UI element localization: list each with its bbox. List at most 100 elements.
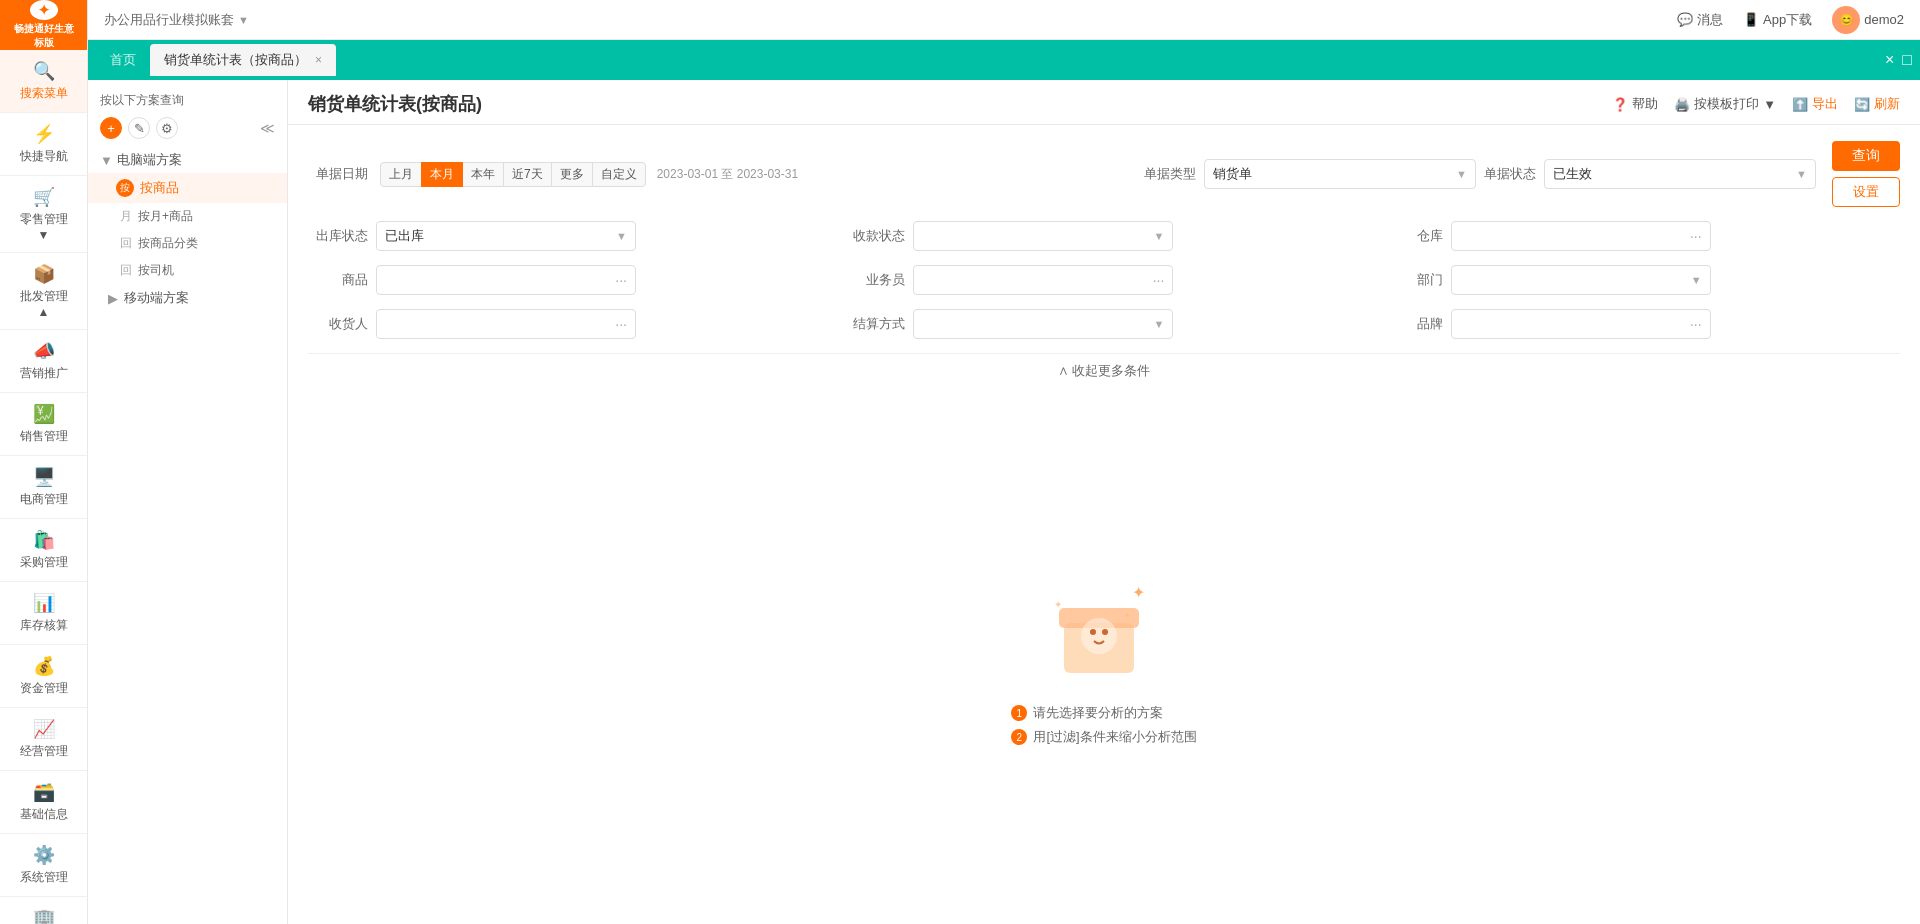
doc-status-value: 已生效 [1553,165,1592,183]
sidebar-item-marketing-label: 营销推广 [20,365,68,382]
refresh-btn[interactable]: 🔄 刷新 [1854,95,1900,113]
filter-row-4: 收货人 ··· 结算方式 ▼ 品牌 [308,309,1900,339]
goods-input[interactable]: ··· [376,265,636,295]
sidebar-item-system[interactable]: ⚙️ 系统管理 [0,834,88,897]
scheme-desktop-group[interactable]: ▼ 电脑端方案 [88,147,287,173]
doc-status-label: 单据状态 [1476,165,1544,183]
date-tab-more[interactable]: 更多 [551,162,593,187]
collapse-row[interactable]: ∧ 收起更多条件 [308,353,1900,388]
scheme-subitem-by-category[interactable]: 回 按商品分类 [88,230,287,257]
app-dropdown-icon[interactable]: ▼ [238,14,249,26]
sidebar-item-basic[interactable]: 🗃️ 基础信息 [0,771,88,834]
sidebar-item-purchase[interactable]: 🛍️ 采购管理 [0,519,88,582]
month-goods-label: 按月+商品 [138,208,193,225]
sidebar-item-shortcut[interactable]: ⚡ 快捷导航 [0,113,88,176]
date-tabs: 上月 本月 本年 近7天 更多 自定义 [380,162,645,187]
out-status-label: 出库状态 [308,227,376,245]
svg-text:✦: ✦ [1132,584,1145,601]
date-tab-week[interactable]: 近7天 [503,162,552,187]
download-item[interactable]: 📱 App下载 [1743,11,1812,29]
app-name: 办公用品行业模拟账套 ▼ [104,11,249,29]
dept-label: 部门 [1383,271,1451,289]
recipient-input[interactable]: ··· [376,309,636,339]
scheme-subitem-by-driver[interactable]: 回 按司机 [88,257,287,284]
sidebar-item-marketing[interactable]: 📣 营销推广 [0,330,88,393]
retail-expand-icon: ▼ [38,228,50,242]
date-tab-prev[interactable]: 上月 [380,162,422,187]
filter-field-out-status: 出库状态 已出库 ▼ [308,221,825,251]
user-avatar: 😊 [1832,6,1860,34]
goods-dots[interactable]: ··· [615,272,627,288]
user-item[interactable]: 😊 demo2 [1832,6,1904,34]
empty-num-1: 1 [1011,705,1027,721]
receipt-status-select[interactable]: ▼ [913,221,1173,251]
payment-select[interactable]: ▼ [913,309,1173,339]
sidebar-item-sales[interactable]: 💹 销售管理 [0,393,88,456]
sidebar-item-operation[interactable]: 📈 经营管理 [0,708,88,771]
export-btn[interactable]: ⬆️ 导出 [1792,95,1838,113]
message-item[interactable]: 💬 消息 [1677,11,1723,29]
logo-icon: ✦ [30,0,58,20]
scheme-item-by-goods[interactable]: 按 按商品 [88,173,287,203]
sidebar-item-ecommerce[interactable]: 🖥️ 电商管理 [0,456,88,519]
brand-input[interactable]: ··· [1451,309,1711,339]
scheme-edit-btn[interactable]: ✎ [128,117,150,139]
salesperson-dots[interactable]: ··· [1153,272,1165,288]
scheme-edit-icon: ✎ [134,121,145,136]
sidebar-item-search[interactable]: 🔍 搜索菜单 [0,50,88,113]
finance-icon: 💰 [33,655,55,677]
empty-tip-2-text: 用[过滤]条件来缩小分析范围 [1033,728,1196,746]
sidebar-item-basic-label: 基础信息 [20,806,68,823]
content-area: 按以下方案查询 + ✎ ⚙ ≪ ▼ 电脑端方案 [88,80,1920,924]
salesperson-input[interactable]: ··· [913,265,1173,295]
sidebar-item-retail[interactable]: 🛒 零售管理 ▼ [0,176,88,253]
date-tab-curr[interactable]: 本月 [421,162,463,187]
sidebar-item-operation-label: 经营管理 [20,743,68,760]
set-btn[interactable]: 设置 [1832,177,1900,207]
empty-tip-1-text: 请先选择要分析的方案 [1033,704,1163,722]
system-icon: ⚙️ [33,844,55,866]
doc-type-label: 单据类型 [1136,165,1204,183]
dept-select[interactable]: ▼ [1451,265,1711,295]
sidebar-item-wholesale[interactable]: 📦 批发管理 ▲ [0,253,88,330]
sidebar-item-purchase-label: 采购管理 [20,554,68,571]
tab-close-icon[interactable]: × [315,53,322,67]
recipient-dots[interactable]: ··· [615,316,627,332]
scheme-panel: 按以下方案查询 + ✎ ⚙ ≪ ▼ 电脑端方案 [88,80,288,924]
tab-active[interactable]: 销货单统计表（按商品） × [150,44,336,76]
scheme-mobile-group[interactable]: ▶ 移动端方案 [88,284,287,312]
sidebar-item-retail-label: 零售管理 [20,211,68,228]
category-label: 按商品分类 [138,235,198,252]
print-btn[interactable]: 🖨️ 按模板打印 ▼ [1674,95,1776,113]
filter-field-date: 单据日期 上月 本月 本年 近7天 更多 自定义 2023-03-01 至 20… [308,162,1136,187]
warehouse-dots[interactable]: ··· [1690,228,1702,244]
brand-dots[interactable]: ··· [1690,316,1702,332]
sidebar-item-corp[interactable]: 🏢 企业协同 [0,897,88,924]
filter-field-warehouse: 仓库 ··· [1383,221,1900,251]
scheme-header-label: 按以下方案查询 [100,92,184,109]
doc-type-select[interactable]: 销货单 ▼ [1204,159,1476,189]
sales-icon: 💹 [33,403,55,425]
date-tab-custom[interactable]: 自定义 [592,162,646,187]
query-btn[interactable]: 查询 [1832,141,1900,171]
maximize-icon[interactable]: □ [1902,51,1912,69]
sidebar-item-inventory-label: 库存核算 [20,617,68,634]
sidebar-item-inventory[interactable]: 📊 库存核算 [0,582,88,645]
svg-text:✦: ✦ [1054,599,1062,610]
out-status-select[interactable]: 已出库 ▼ [376,221,636,251]
svg-point-5 [1102,629,1108,635]
scheme-collapse-btn[interactable]: ≪ [260,120,275,136]
retail-icon: 🛒 [33,186,55,208]
help-btn[interactable]: ❓ 帮助 [1612,95,1658,113]
minimize-icon[interactable]: × [1885,51,1894,69]
scheme-settings-btn[interactable]: ⚙ [156,117,178,139]
tab-bar: 首页 销货单统计表（按商品） × × □ [88,40,1920,80]
date-tab-year[interactable]: 本年 [462,162,504,187]
warehouse-input[interactable]: ··· [1451,221,1711,251]
sidebar-item-finance[interactable]: 💰 资金管理 [0,645,88,708]
tab-home[interactable]: 首页 [96,44,150,76]
scheme-subitem-month-goods[interactable]: 月 按月+商品 [88,203,287,230]
doc-type-value: 销货单 [1213,165,1252,183]
doc-status-select[interactable]: 已生效 ▼ [1544,159,1816,189]
scheme-add-btn[interactable]: + [100,117,122,139]
